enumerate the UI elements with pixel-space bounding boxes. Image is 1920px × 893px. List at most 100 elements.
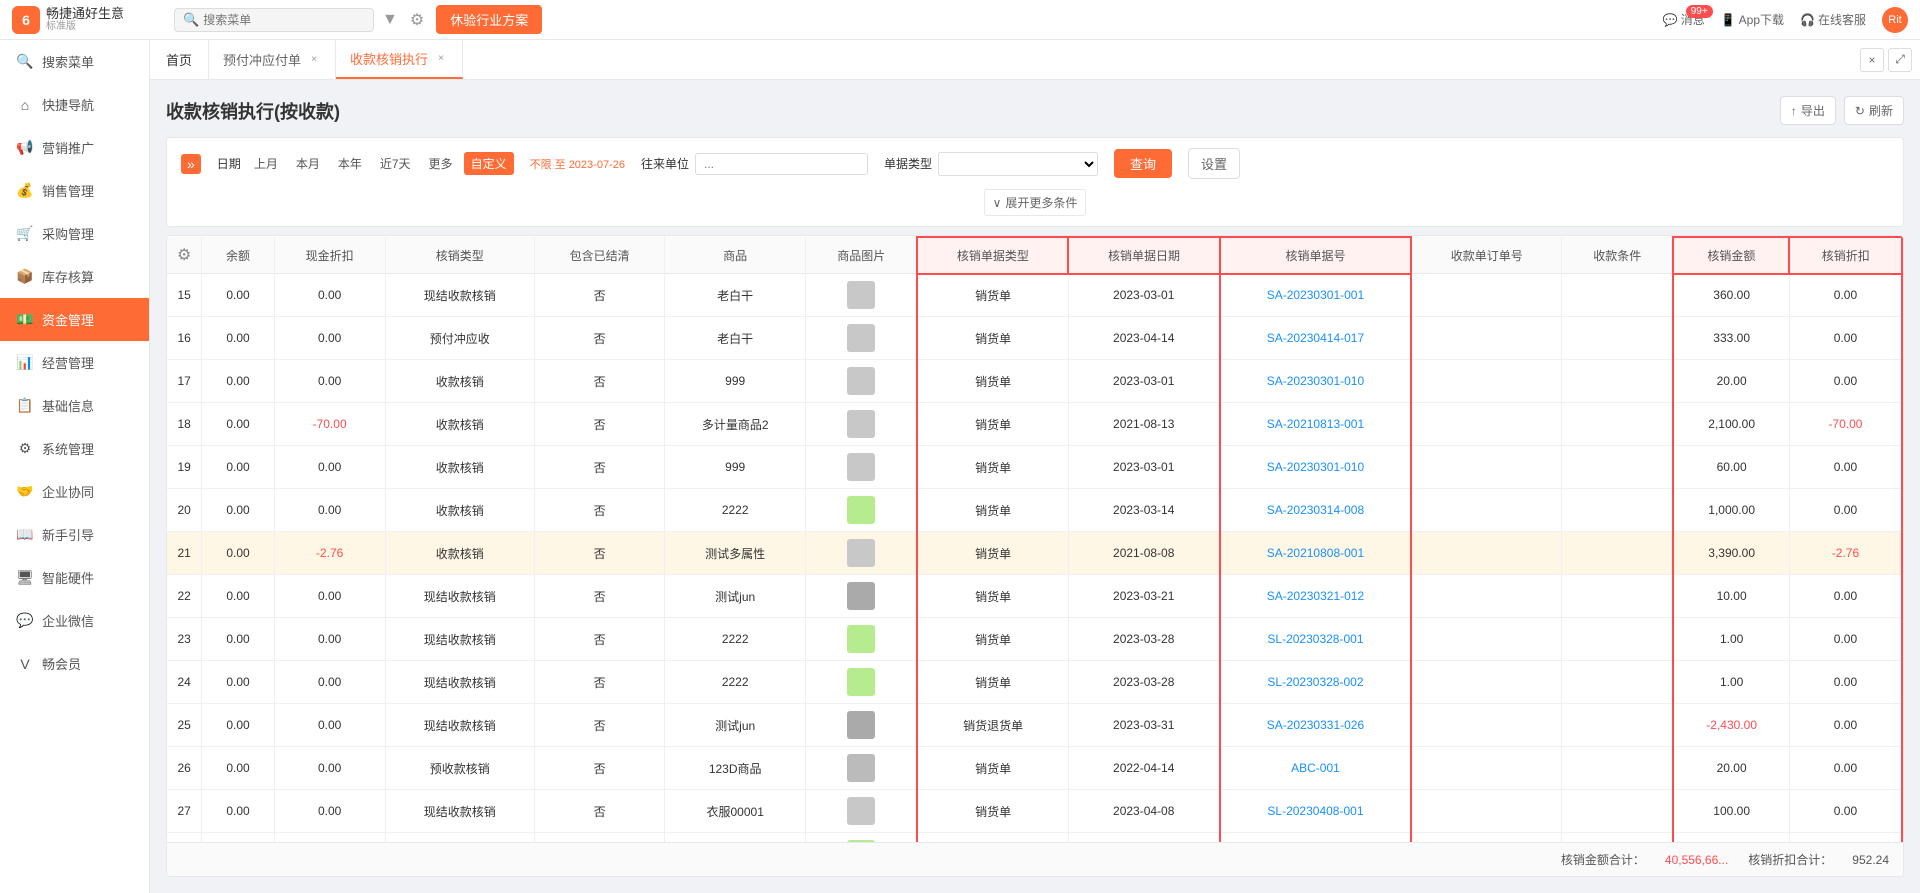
export-button[interactable]: ↑ 导出 [1780,96,1836,125]
bill-no-link[interactable]: SA-20230314-008 [1267,503,1364,517]
cell-balance: 0.00 [202,274,274,317]
sidebar-item-shortcuts[interactable]: ⌂快捷导航 [0,83,149,126]
sidebar-item-operations[interactable]: 📊经营管理 [0,341,149,384]
bill-no-link[interactable]: SA-20210813-001 [1267,417,1364,431]
cell-amount: 1.00 [1673,618,1789,661]
date-this-year[interactable]: 本年 [331,152,369,175]
footer-amount-value: 40,556,66... [1665,853,1728,867]
cell-cond [1562,575,1674,618]
service-button[interactable]: 🎧 在线客服 [1800,11,1866,28]
sidebar-item-member[interactable]: V畅会员 [0,642,149,685]
sidebar-item-marketing[interactable]: 📢营销推广 [0,126,149,169]
tab-receivable-close[interactable]: × [434,52,448,66]
cell-discount: 0.00 [1789,704,1902,747]
bill-no-link[interactable]: SA-20230331-026 [1267,718,1364,732]
bill-no-link[interactable]: SA-20210808-001 [1267,546,1364,560]
date-custom[interactable]: 自定义 [464,152,514,175]
app-download-button[interactable]: 📱 App下载 [1721,11,1784,28]
cell-id: 21 [167,532,202,575]
page-content: 收款核销执行(按收款) ↑ 导出 ↻ 刷新 » 日期 [150,80,1920,893]
sidebar-item-system[interactable]: ⚙系统管理 [0,427,149,470]
industry-button[interactable]: 休验行业方案 [436,5,542,34]
date-this-month[interactable]: 本月 [289,152,327,175]
cell-cash-discount: 0.00 [274,360,385,403]
bill-type-select[interactable] [938,152,1098,176]
cell-discount: -70.00 [1789,403,1902,446]
table-wrapper[interactable]: ⚙ 余额 现金折扣 核销类型 包含已结清 商品 商品图片 核销单据类型 核销单据… [167,236,1903,842]
dropdown-icon[interactable]: ▼ [382,11,398,29]
footer-discount-value: 952.24 [1852,853,1889,867]
cell-amount: 1.00 [1673,661,1789,704]
setting-button[interactable]: 设置 [1188,148,1240,179]
settings-icon[interactable]: ⚙ [406,6,428,34]
cell-id: 20 [167,489,202,532]
bill-no-link[interactable]: SA-20230301-001 [1267,288,1364,302]
gear-icon[interactable]: ⚙ [177,247,191,264]
cell-id: 27 [167,790,202,833]
bill-no-link[interactable]: SL-20230328-001 [1267,632,1363,646]
cell-discount: 0.00 [1789,833,1902,843]
cell-cash-discount: 0.00 [274,575,385,618]
query-button[interactable]: 查询 [1114,149,1172,178]
sidebar-item-finance[interactable]: 💵资金管理 [0,298,149,341]
cell-balance: 0.00 [202,661,274,704]
sidebar-item-wechat[interactable]: 💬企业微信 [0,599,149,642]
cell-amount: 3,390.00 [1673,532,1789,575]
date-more[interactable]: 更多 [422,152,460,175]
tab-receivable[interactable]: 收款核销执行 × [336,40,463,79]
sales-icon: 💰 [16,182,34,200]
cell-type: 现结收款核销 [385,661,534,704]
bill-no-link[interactable]: SA-20230301-010 [1267,374,1364,388]
sidebar-item-hardware[interactable]: 🖥智能硬件 [0,556,149,599]
cell-img [806,661,918,704]
cell-discount: 0.00 [1789,618,1902,661]
tab-expand-action[interactable]: ⤢ [1888,48,1912,72]
tab-close-action[interactable]: × [1860,48,1884,72]
avatar[interactable]: Rit [1882,7,1908,33]
bill-no-link[interactable]: SA-20230321-012 [1267,589,1364,603]
filter-toggle[interactable]: » [181,154,201,174]
tab-home[interactable]: 首页 [150,40,209,79]
cell-order-no [1411,403,1561,446]
message-button[interactable]: 💬 消息 99+ [1663,11,1705,28]
bill-no-link[interactable]: ABC-001 [1291,761,1340,775]
bill-no-link[interactable]: SL-20230328-002 [1267,675,1363,689]
cell-cond [1562,360,1674,403]
app-icon: 📱 [1721,13,1736,27]
sidebar-item-sales[interactable]: 💰销售管理 [0,169,149,212]
refresh-button[interactable]: ↻ 刷新 [1844,96,1904,125]
expand-button[interactable]: ∨ 展开更多条件 [984,189,1087,216]
cell-id: 26 [167,747,202,790]
sidebar-item-company[interactable]: 🤝企业协同 [0,470,149,513]
cell-cash-discount: -70.00 [274,403,385,446]
sidebar-item-basic[interactable]: 📋基础信息 [0,384,149,427]
sidebar-item-guide[interactable]: 📖新手引导 [0,513,149,556]
sidebar-item-inventory[interactable]: 📦库存核算 [0,255,149,298]
cell-bill-type: 销货单 [917,833,1068,843]
tab-prepay[interactable]: 预付冲应付单 × [209,40,336,79]
cell-balance: 0.00 [202,704,274,747]
search-input[interactable] [203,13,343,27]
cell-included: 否 [535,704,665,747]
cell-bill-type: 销货单 [917,575,1068,618]
date-7days[interactable]: 近7天 [373,152,418,175]
cell-cond [1562,446,1674,489]
sidebar-label-finance: 资金管理 [42,310,94,329]
from-unit-input[interactable] [695,153,868,175]
th-goods: 商品 [665,237,806,274]
date-last-month[interactable]: 上月 [247,152,285,175]
table-row: 25 0.00 0.00 现结收款核销 否 测试jun 销货退货单 2023-0… [167,704,1902,747]
bill-no-link[interactable]: SL-20230408-001 [1267,804,1363,818]
cell-bill-no: ABC-001 [1220,747,1412,790]
cell-discount: 0.00 [1789,274,1902,317]
cell-order-no [1411,274,1561,317]
search-bar[interactable]: 🔍 [174,8,374,32]
sidebar-item-purchase[interactable]: 🛒采购管理 [0,212,149,255]
service-icon: 🎧 [1800,13,1815,27]
cell-bill-date: 2023-04-08 [1068,790,1219,833]
bill-no-link[interactable]: SA-20230414-017 [1267,331,1364,345]
bill-no-link[interactable]: SA-20230301-010 [1267,460,1364,474]
tab-prepay-close[interactable]: × [307,53,321,67]
cell-goods: 衣服00001 [665,790,806,833]
sidebar-item-search[interactable]: 🔍搜索菜单 [0,40,149,83]
